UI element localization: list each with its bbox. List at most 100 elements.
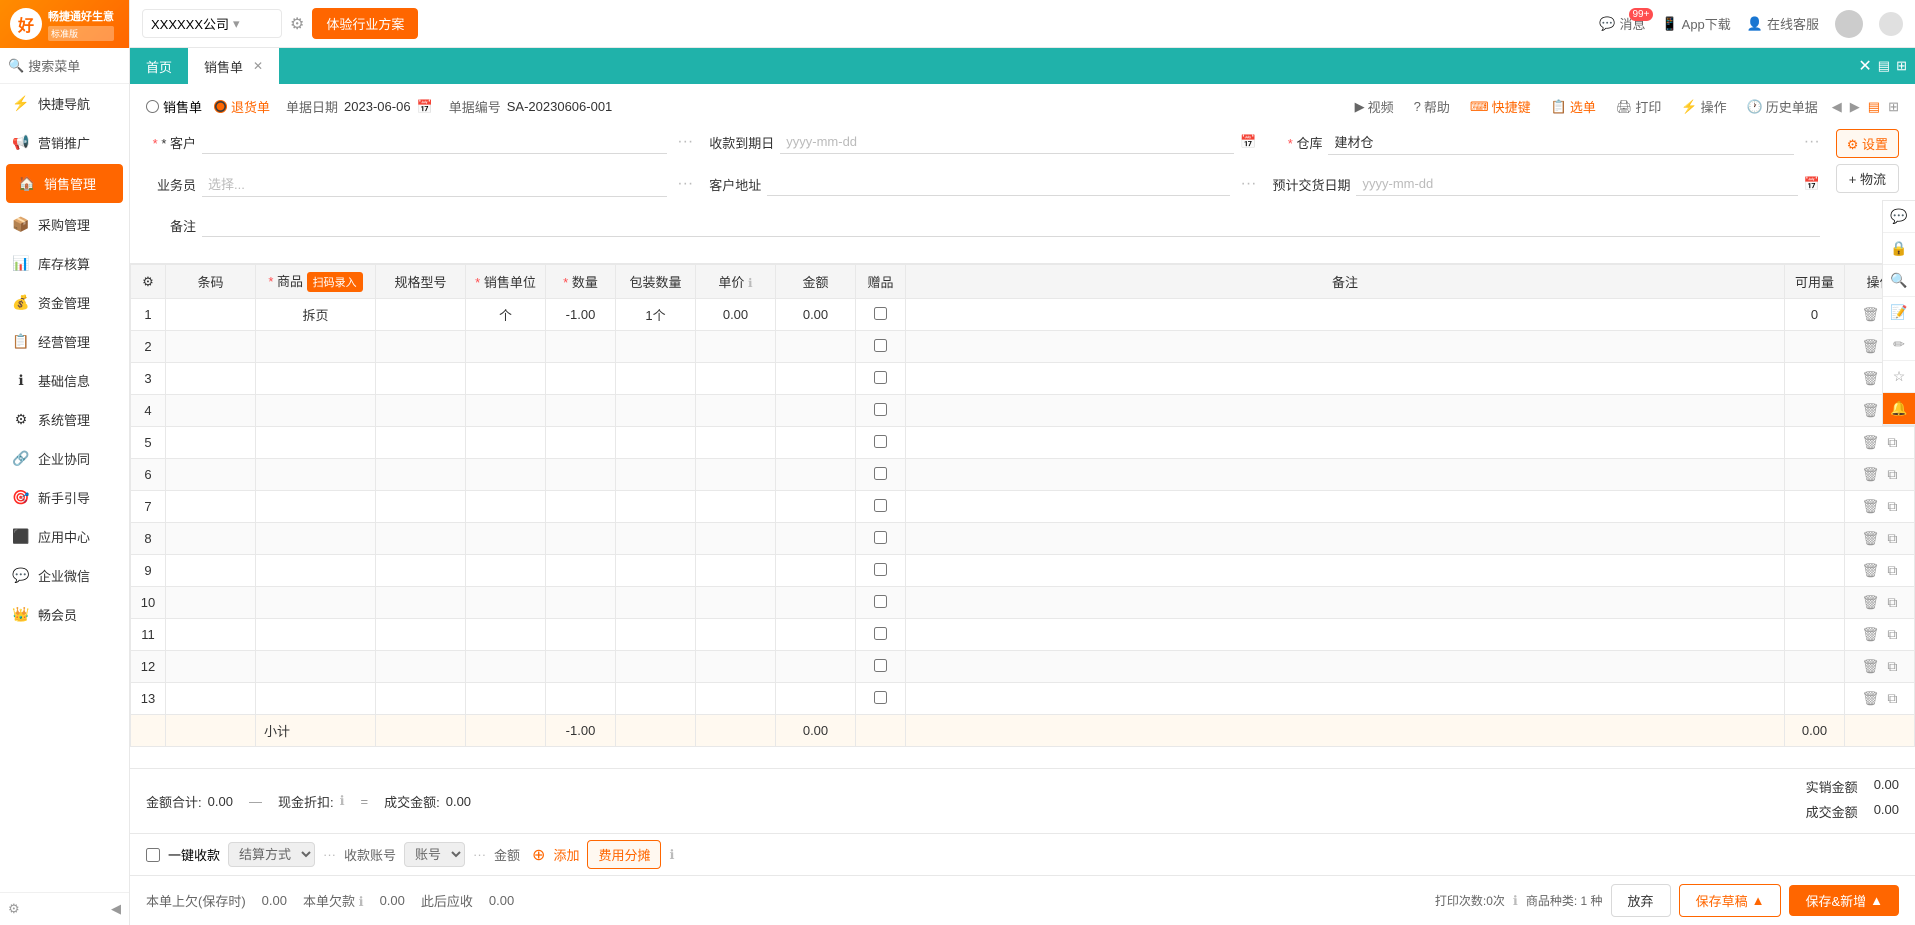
select-btn[interactable]: 📋 选单 xyxy=(1545,94,1602,119)
address-dots[interactable]: ··· xyxy=(1240,175,1256,193)
collapse-icon[interactable]: ◀ xyxy=(111,901,121,917)
delete-icon[interactable]: 🗑 xyxy=(1862,306,1880,323)
expected-date-input[interactable]: yyyy-mm-dd xyxy=(1356,172,1797,196)
radio-return[interactable]: 退货单 xyxy=(214,97,270,116)
sidebar-item-guide[interactable]: 🎯 新手引导 xyxy=(0,478,129,517)
settings-form-btn[interactable]: ⚙ 设置 xyxy=(1836,129,1899,158)
copy-icon[interactable]: ⧉ xyxy=(1887,562,1897,579)
price-info-icon[interactable]: ℹ xyxy=(748,276,753,290)
discount-info-icon[interactable]: ℹ xyxy=(340,793,345,809)
gift-checkbox[interactable] xyxy=(874,563,887,576)
th-settings[interactable]: ⚙ xyxy=(131,265,166,299)
layout-icon2[interactable]: ⊞ xyxy=(1896,58,1907,74)
history-btn[interactable]: 🕐 历史单据 xyxy=(1741,94,1824,119)
shortcut-btn[interactable]: ⌨ 快捷键 xyxy=(1464,94,1537,119)
expense-info-icon[interactable]: ℹ xyxy=(669,847,674,863)
account-dots[interactable]: ··· xyxy=(473,847,486,862)
sidebar-item-collab[interactable]: 🔗 企业协同 xyxy=(0,439,129,478)
delete-icon[interactable]: 🗑 xyxy=(1862,594,1880,611)
row-remark[interactable] xyxy=(906,299,1785,331)
calendar2-icon[interactable]: 📅 xyxy=(1240,134,1256,150)
row-pack-qty[interactable]: 1个 xyxy=(616,299,696,331)
sidebar-item-quick-nav[interactable]: ⚡ 快捷导航 xyxy=(0,84,129,123)
copy-icon[interactable]: ⧉ xyxy=(1887,690,1897,707)
remarks-input[interactable] xyxy=(202,213,1820,237)
help-btn[interactable]: ? 帮助 xyxy=(1408,94,1456,119)
delete-icon[interactable]: 🗑 xyxy=(1862,370,1880,387)
float-icon-7[interactable]: 🔔 xyxy=(1883,393,1915,425)
float-icon-6[interactable]: ☆ xyxy=(1883,361,1915,393)
settings-bottom-icon[interactable]: ⚙ xyxy=(8,901,20,917)
copy-icon[interactable]: ⧉ xyxy=(1887,530,1897,547)
close-window-icon[interactable]: ✕ xyxy=(1858,56,1871,76)
copy-icon[interactable]: ⧉ xyxy=(1887,594,1897,611)
sidebar-item-base[interactable]: ℹ 基础信息 xyxy=(0,361,129,400)
sidebar-item-purchase[interactable]: 📦 采购管理 xyxy=(0,205,129,244)
delete-icon[interactable]: 🗑 xyxy=(1862,498,1880,515)
warehouse-dots[interactable]: ··· xyxy=(1804,133,1820,151)
gift-checkbox[interactable] xyxy=(874,691,887,704)
row-spec[interactable] xyxy=(376,299,466,331)
float-icon-5[interactable]: ✏ xyxy=(1883,329,1915,361)
float-icon-4[interactable]: 📝 xyxy=(1883,297,1915,329)
sidebar-item-marketing[interactable]: 📢 营销推广 xyxy=(0,123,129,162)
radio-sales[interactable]: 销售单 xyxy=(146,97,202,116)
expense-btn[interactable]: 费用分摊 xyxy=(587,840,661,869)
sidebar-search[interactable]: 🔍 搜索菜单 xyxy=(0,48,129,84)
gift-checkbox[interactable] xyxy=(874,435,887,448)
list-view-icon[interactable]: ▤ xyxy=(1868,99,1880,115)
float-icon-3[interactable]: 🔍 xyxy=(1883,265,1915,297)
save-new-btn[interactable]: 保存&新增 ▲ xyxy=(1789,885,1899,916)
settings-header-icon[interactable]: ⚙ xyxy=(290,14,304,34)
float-icon-2[interactable]: 🔒 xyxy=(1883,233,1915,265)
print-btn[interactable]: 🖨 打印 xyxy=(1610,94,1668,119)
sidebar-item-finance[interactable]: 💰 资金管理 xyxy=(0,283,129,322)
row-product[interactable]: 拆页 xyxy=(256,299,376,331)
copy-icon[interactable]: ⧉ xyxy=(1887,626,1897,643)
delete-icon[interactable]: 🗑 xyxy=(1862,402,1880,419)
user-avatar[interactable] xyxy=(1835,10,1863,38)
gift-checkbox[interactable] xyxy=(874,595,887,608)
message-btn[interactable]: 💬 消息 99+ xyxy=(1599,14,1645,33)
copy-icon[interactable]: ⧉ xyxy=(1887,434,1897,451)
gift-checkbox[interactable] xyxy=(874,339,887,352)
discard-btn[interactable]: 放弃 xyxy=(1611,884,1671,917)
operation-btn[interactable]: ⚡ 操作 xyxy=(1675,94,1732,119)
delete-icon[interactable]: 🗑 xyxy=(1862,690,1880,707)
copy-icon[interactable]: ⧉ xyxy=(1887,466,1897,483)
float-icon-1[interactable]: 💬 xyxy=(1883,201,1915,233)
nav-prev-icon[interactable]: ◀ xyxy=(1832,99,1842,115)
delete-icon[interactable]: 🗑 xyxy=(1862,434,1880,451)
trial-btn[interactable]: 体验行业方案 xyxy=(312,8,418,39)
date-value[interactable]: 2023-06-06 xyxy=(344,99,411,114)
radio-sales-input[interactable] xyxy=(146,100,159,113)
calc-method-select[interactable]: 结算方式 xyxy=(228,842,315,867)
tab-close-icon[interactable]: ✕ xyxy=(253,59,263,73)
company-selector[interactable]: XXXXXX公司 ▾ xyxy=(142,9,282,38)
sidebar-item-apps[interactable]: ⬛ 应用中心 xyxy=(0,517,129,556)
gift-checkbox[interactable] xyxy=(874,659,887,672)
gift-checkbox[interactable] xyxy=(874,467,887,480)
account-select[interactable]: 账号 xyxy=(404,842,465,867)
sidebar-item-member[interactable]: 👑 畅会员 xyxy=(0,595,129,634)
user-avatar2[interactable] xyxy=(1879,12,1903,36)
one-click-payment-checkbox[interactable] xyxy=(146,848,160,862)
gift-checkbox[interactable] xyxy=(874,499,887,512)
copy-icon[interactable]: ⧉ xyxy=(1887,658,1897,675)
customer-input[interactable] xyxy=(202,130,667,154)
calc-method-dots[interactable]: ··· xyxy=(323,847,336,862)
payment-date-input[interactable]: yyyy-mm-dd xyxy=(780,130,1234,154)
sidebar-item-system[interactable]: ⚙ 系统管理 xyxy=(0,400,129,439)
row-amount[interactable]: 0.00 xyxy=(776,299,856,331)
online-service-btn[interactable]: 👤 在线客服 xyxy=(1747,14,1819,33)
gift-checkbox[interactable] xyxy=(874,307,887,320)
gift-checkbox[interactable] xyxy=(874,531,887,544)
row-unit[interactable]: 个 xyxy=(466,299,546,331)
copy-icon[interactable]: ⧉ xyxy=(1887,498,1897,515)
own-total-info-icon[interactable]: ℹ xyxy=(359,894,364,909)
app-download-btn[interactable]: 📱 App下载 xyxy=(1661,14,1730,33)
delete-icon[interactable]: 🗑 xyxy=(1862,626,1880,643)
row-price[interactable]: 0.00 xyxy=(696,299,776,331)
salesperson-dots[interactable]: ··· xyxy=(677,175,693,193)
grid-view-icon[interactable]: ⊞ xyxy=(1888,99,1899,115)
